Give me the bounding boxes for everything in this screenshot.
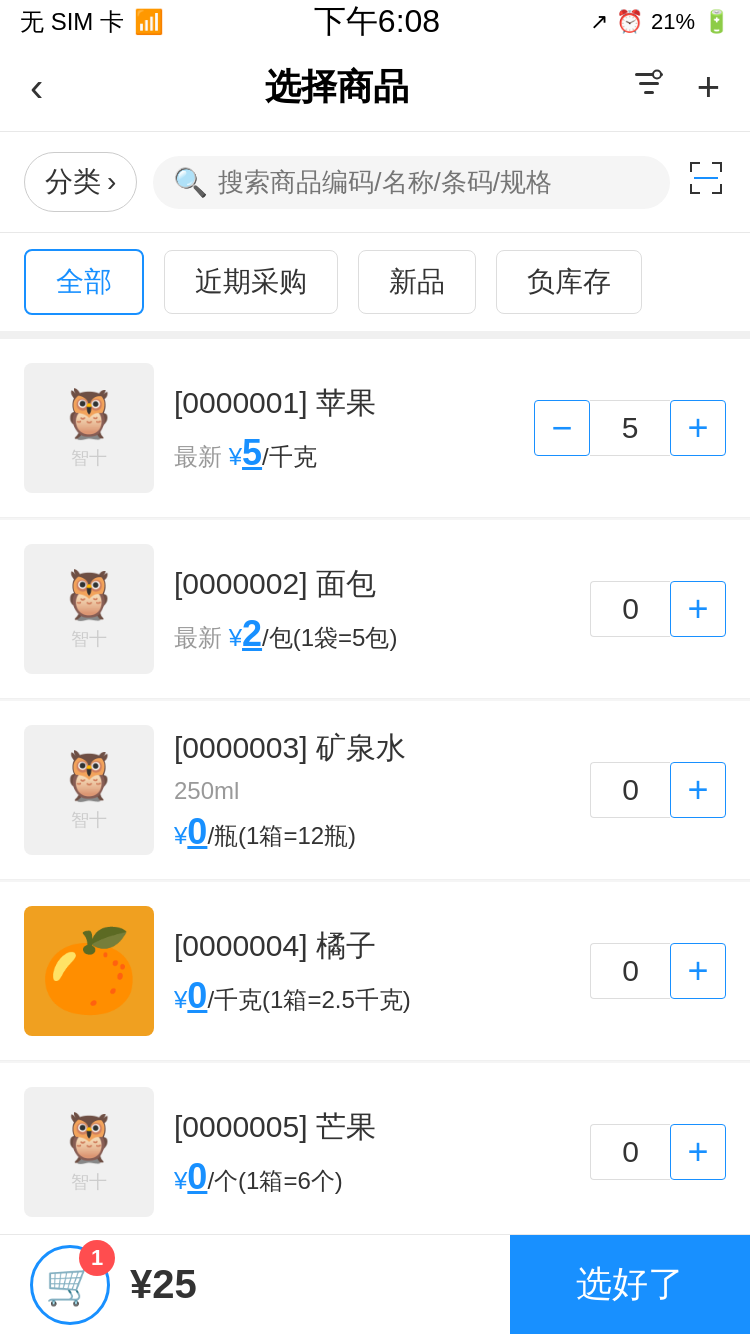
product-info: [0000001] 苹果 最新 ¥5/千克 <box>174 383 514 474</box>
product-name: [0000003] 矿泉水 <box>174 728 570 769</box>
status-bar: 无 SIM 卡 📶 下午6:08 ↗ ⏰ 21% 🔋 <box>0 0 750 44</box>
page-title: 选择商品 <box>265 63 409 112</box>
search-magnifier-icon: 🔍 <box>173 166 208 199</box>
location-icon: ↗ <box>590 9 608 35</box>
owl-icon: 🦉 <box>59 748 119 804</box>
quantity-increase-button[interactable]: + <box>670 400 726 456</box>
product-info: [0000004] 橘子 ¥0/千克(1箱=2.5千克) <box>174 926 570 1017</box>
owl-icon: 🦉 <box>59 1110 119 1166</box>
product-name: [0000001] 苹果 <box>174 383 514 424</box>
scan-barcode-icon[interactable] <box>686 158 726 207</box>
nav-bar: ‹ 选择商品 + <box>0 44 750 132</box>
product-name: [0000002] 面包 <box>174 564 570 605</box>
list-item: 🦉 智十 [0000002] 面包 最新 ¥2/包(1袋=5包) + <box>0 520 750 699</box>
category-label: 分类 <box>45 163 101 201</box>
category-arrow-icon: › <box>107 166 116 198</box>
svg-rect-12 <box>694 177 718 179</box>
svg-rect-9 <box>690 184 692 194</box>
product-info: [0000002] 面包 最新 ¥2/包(1袋=5包) <box>174 564 570 655</box>
quantity-control: + <box>590 1124 726 1180</box>
carrier-text: 无 SIM 卡 <box>20 6 124 38</box>
confirm-button[interactable]: 选好了 <box>510 1235 750 1335</box>
list-item: 🦉 智十 [0000001] 苹果 最新 ¥5/千克 − + <box>0 339 750 518</box>
product-thumbnail: 🦉 智十 <box>24 1087 154 1217</box>
search-input-wrap: 🔍 <box>153 156 670 209</box>
battery-icon: 🔋 <box>703 9 730 35</box>
status-right: ↗ ⏰ 21% 🔋 <box>590 9 730 35</box>
wifi-icon: 📶 <box>134 8 164 36</box>
filter-tabs: 全部 近期采购 新品 负库存 <box>0 233 750 339</box>
status-left: 无 SIM 卡 📶 <box>20 6 164 38</box>
product-list: 🦉 智十 [0000001] 苹果 最新 ¥5/千克 − + 🦉 智十 [000… <box>0 339 750 1334</box>
product-info: [0000005] 芒果 ¥0/个(1箱=6个) <box>174 1107 570 1198</box>
quantity-input[interactable] <box>590 400 670 456</box>
alarm-icon: ⏰ <box>616 9 643 35</box>
product-info: [0000003] 矿泉水 250ml ¥0/瓶(1箱=12瓶) <box>174 728 570 853</box>
quantity-increase-button[interactable]: + <box>670 762 726 818</box>
product-price: 最新 ¥5/千克 <box>174 432 514 474</box>
quantity-control: + <box>590 762 726 818</box>
owl-icon: 🦉 <box>59 386 119 442</box>
product-spec: 250ml <box>174 777 570 805</box>
quantity-input[interactable] <box>590 762 670 818</box>
quantity-control: + <box>590 581 726 637</box>
cart-button[interactable]: 🛒 1 <box>30 1245 110 1325</box>
back-button[interactable]: ‹ <box>30 65 43 110</box>
tab-new-products[interactable]: 新品 <box>358 250 476 314</box>
quantity-increase-button[interactable]: + <box>670 1124 726 1180</box>
time-display: 下午6:08 <box>314 0 440 44</box>
quantity-decrease-button[interactable]: − <box>534 400 590 456</box>
product-thumbnail: 🦉 智十 <box>24 544 154 674</box>
product-name: [0000004] 橘子 <box>174 926 570 967</box>
add-button[interactable]: + <box>697 65 720 110</box>
tab-negative-stock[interactable]: 负库存 <box>496 250 642 314</box>
product-price: ¥0/千克(1箱=2.5千克) <box>174 975 570 1017</box>
svg-rect-1 <box>639 82 659 85</box>
product-price: 最新 ¥2/包(1袋=5包) <box>174 613 570 655</box>
product-price: ¥0/个(1箱=6个) <box>174 1156 570 1198</box>
nav-actions: + <box>631 65 720 110</box>
quantity-increase-button[interactable]: + <box>670 943 726 999</box>
svg-rect-2 <box>644 91 654 94</box>
quantity-control: + <box>590 943 726 999</box>
tab-all[interactable]: 全部 <box>24 249 144 315</box>
quantity-input[interactable] <box>590 943 670 999</box>
svg-rect-5 <box>690 162 692 172</box>
category-button[interactable]: 分类 › <box>24 152 137 212</box>
cart-section: 🛒 1 ¥25 <box>0 1245 510 1325</box>
filter-icon[interactable] <box>631 65 667 110</box>
battery-text: 21% <box>651 9 695 35</box>
svg-rect-7 <box>720 162 722 172</box>
cart-total: ¥25 <box>130 1262 197 1307</box>
search-input[interactable] <box>218 167 650 198</box>
product-price: ¥0/瓶(1箱=12瓶) <box>174 811 570 853</box>
search-area: 分类 › 🔍 <box>0 132 750 233</box>
list-item: 🦉 智十 [0000005] 芒果 ¥0/个(1箱=6个) + <box>0 1063 750 1242</box>
list-item: 🍊 [0000004] 橘子 ¥0/千克(1箱=2.5千克) + <box>0 882 750 1061</box>
list-item: 🦉 智十 [0000003] 矿泉水 250ml ¥0/瓶(1箱=12瓶) + <box>0 701 750 880</box>
product-thumbnail: 🦉 智十 <box>24 363 154 493</box>
svg-point-3 <box>653 71 661 79</box>
bottom-bar: 🛒 1 ¥25 选好了 <box>0 1234 750 1334</box>
tab-recent-purchase[interactable]: 近期采购 <box>164 250 338 314</box>
quantity-input[interactable] <box>590 581 670 637</box>
quantity-input[interactable] <box>590 1124 670 1180</box>
cart-badge: 1 <box>79 1240 115 1276</box>
product-name: [0000005] 芒果 <box>174 1107 570 1148</box>
product-thumbnail: 🍊 <box>24 906 154 1036</box>
quantity-control: − + <box>534 400 726 456</box>
svg-rect-11 <box>720 184 722 194</box>
product-thumbnail: 🦉 智十 <box>24 725 154 855</box>
owl-icon: 🦉 <box>59 567 119 623</box>
quantity-increase-button[interactable]: + <box>670 581 726 637</box>
